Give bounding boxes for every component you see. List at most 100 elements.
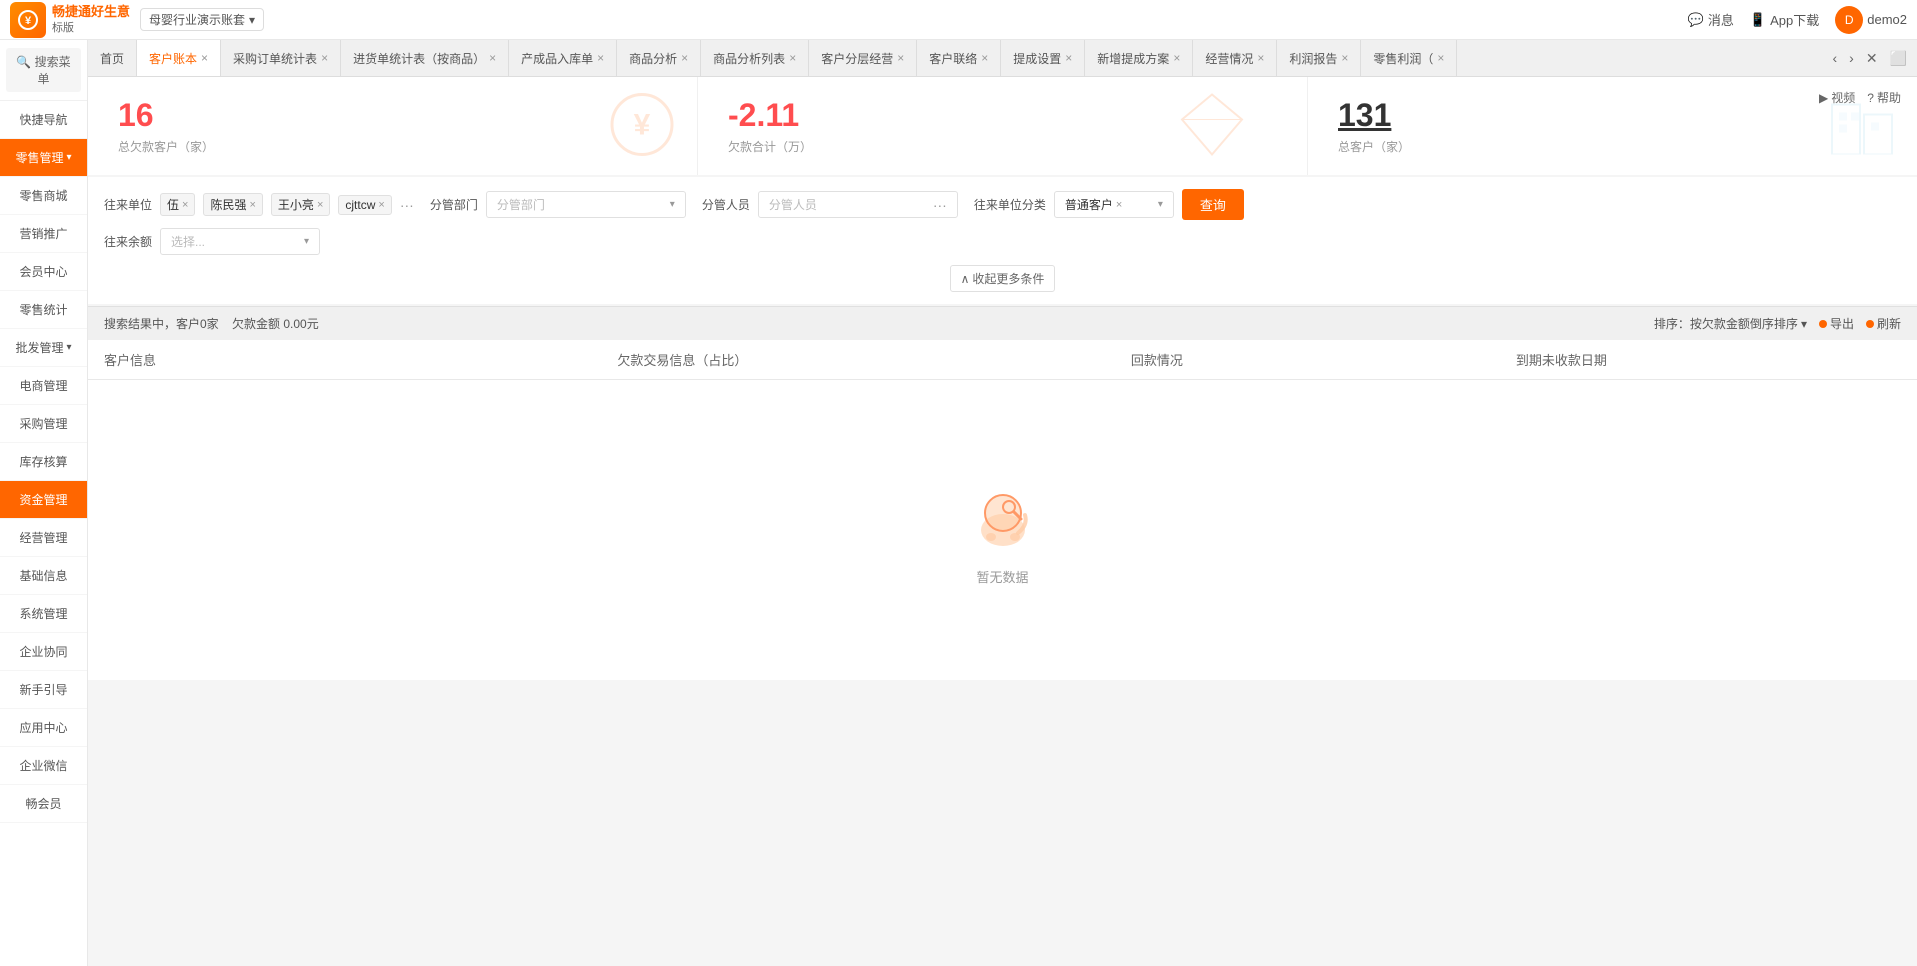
tab-stock-stats[interactable]: 进货单统计表（按商品） × <box>341 40 509 76</box>
filter-section: 往来单位 伍 × 陈民强 × 王小亮 × cjttcw <box>88 177 1917 304</box>
sidebar-item-wholesale-mgmt[interactable]: 批发管理 ▾ <box>0 329 87 367</box>
sidebar-item-new-guide[interactable]: 新手引导 <box>0 671 87 709</box>
chevron-down-icon: ▾ <box>304 236 309 247</box>
close-tab-icon[interactable]: × <box>597 51 604 65</box>
remove-tag-chen[interactable]: × <box>249 199 255 211</box>
export-button[interactable]: 导出 <box>1819 315 1854 332</box>
logo-area: ¥ 畅捷通好生意 标版 <box>10 2 130 38</box>
refresh-button[interactable]: 刷新 <box>1866 315 1901 332</box>
table-container: 客户信息 欠款交易信息（占比） 回款情况 到期未收款日期 <box>88 340 1917 680</box>
chevron-down-icon: ▾ <box>1158 199 1163 210</box>
page-content: ▶ 视频 ? 帮助 ¥ 16 总欠款客户（家） <box>88 77 1917 966</box>
chevron-down-icon: ▾ <box>66 342 71 353</box>
sidebar-item-operation[interactable]: 经营管理 <box>0 519 87 557</box>
sidebar-item-purchase[interactable]: 采购管理 <box>0 405 87 443</box>
tab-new-proposal[interactable]: 新增提成方案 × <box>1085 40 1193 76</box>
close-tab-icon[interactable]: × <box>489 51 496 65</box>
tab-product-inbound[interactable]: 产成品入库单 × <box>509 40 617 76</box>
sidebar-item-basic-info[interactable]: 基础信息 <box>0 557 87 595</box>
sidebar-item-quick-nav[interactable]: 快捷导航 <box>0 101 87 139</box>
query-button[interactable]: 查询 <box>1182 189 1244 220</box>
collapse-button[interactable]: ∧ 收起更多条件 <box>950 265 1056 292</box>
tab-maximize-button[interactable]: ⬜ <box>1886 48 1911 69</box>
sidebar-item-marketing[interactable]: 营销推广 <box>0 215 87 253</box>
message-button[interactable]: 💬 消息 <box>1688 10 1734 29</box>
filter-tag-chen: 陈民强 × <box>203 193 262 216</box>
sidebar-item-capital-mgmt[interactable]: 资金管理 <box>0 481 87 519</box>
user-menu[interactable]: D demo2 <box>1835 6 1907 34</box>
tab-purchase-order-stats[interactable]: 采购订单统计表 × <box>221 40 341 76</box>
dots-icon: ··· <box>933 197 947 213</box>
tab-profit-report[interactable]: 利润报告 × <box>1277 40 1361 76</box>
dept-selector[interactable]: 分管部门 ▾ <box>486 191 686 218</box>
svg-text:¥: ¥ <box>634 109 651 142</box>
search-menu-button[interactable]: 🔍 搜索菜单 <box>6 48 81 92</box>
close-tab-icon[interactable]: × <box>1437 51 1444 65</box>
remove-tag-cjttcw[interactable]: × <box>378 199 384 211</box>
empty-state: 暂无数据 <box>963 475 1043 586</box>
tab-close-all-button[interactable]: ✕ <box>1862 48 1882 69</box>
tab-retail-profit[interactable]: 零售利润（ × <box>1361 40 1457 76</box>
filter-row-2: 往来余额 选择... ▾ <box>104 228 1901 255</box>
person-selector[interactable]: 分管人员 ··· <box>758 191 958 218</box>
sidebar-item-retail-mgmt[interactable]: 零售管理 ▾ <box>0 139 87 177</box>
remove-tag-wang[interactable]: × <box>317 199 323 211</box>
tab-customer-segment[interactable]: 客户分层经营 × <box>809 40 917 76</box>
sidebar-item-retail-stats[interactable]: 零售统计 <box>0 291 87 329</box>
remove-tag-wu[interactable]: × <box>182 199 188 211</box>
col-header-payment: 回款情况 <box>1131 350 1516 369</box>
close-tab-icon[interactable]: × <box>897 51 904 65</box>
main-layout: 🔍 搜索菜单 快捷导航 零售管理 ▾ 零售商城 营销推广 会员中心 零售统计 批… <box>0 40 1917 966</box>
diamond-bg-icon <box>1177 90 1247 163</box>
refresh-dot-icon <box>1866 320 1874 328</box>
sidebar: 🔍 搜索菜单 快捷导航 零售管理 ▾ 零售商城 营销推广 会员中心 零售统计 批… <box>0 40 88 966</box>
sidebar-item-retail-mall[interactable]: 零售商城 <box>0 177 87 215</box>
tab-proposal-settings[interactable]: 提成设置 × <box>1001 40 1085 76</box>
sidebar-item-inventory[interactable]: 库存核算 <box>0 443 87 481</box>
close-tab-icon[interactable]: × <box>981 51 988 65</box>
video-link[interactable]: ▶ 视频 <box>1819 89 1855 106</box>
yuan-bg-icon: ¥ <box>607 90 677 163</box>
sidebar-item-vip-member[interactable]: 畅会员 <box>0 785 87 823</box>
stat-customers-text: 131 总客户（家） <box>1338 97 1410 155</box>
tab-customer-contact[interactable]: 客户联络 × <box>917 40 1001 76</box>
remove-unit-type-tag[interactable]: × <box>1116 199 1122 211</box>
close-tab-icon[interactable]: × <box>1257 51 1264 65</box>
table-body: 暂无数据 <box>88 380 1917 680</box>
app-download-button[interactable]: 📱 App下载 <box>1750 10 1819 29</box>
help-link[interactable]: ? 帮助 <box>1867 89 1901 106</box>
sidebar-item-ecommerce[interactable]: 电商管理 <box>0 367 87 405</box>
tab-product-analysis-list[interactable]: 商品分析列表 × <box>701 40 809 76</box>
close-tab-icon[interactable]: × <box>681 51 688 65</box>
tenant-selector[interactable]: 母婴行业演示账套 ▾ <box>140 8 264 31</box>
sort-selector[interactable]: 排序：按欠款金额倒序排序 ▾ <box>1654 315 1807 332</box>
unit-type-selector[interactable]: 普通客户 × ▾ <box>1054 191 1174 218</box>
col-header-customer: 客户信息 <box>104 350 617 369</box>
stat-debt-text: -2.11 欠款合计（万） <box>728 97 812 155</box>
top-bar: ¥ 畅捷通好生意 标版 母婴行业演示账套 ▾ 💬 消息 📱 App下载 D de… <box>0 0 1917 40</box>
help-icon: ? <box>1867 91 1874 105</box>
close-tab-icon[interactable]: × <box>1065 51 1072 65</box>
close-tab-icon[interactable]: × <box>201 51 208 65</box>
mobile-icon: 📱 <box>1750 12 1766 28</box>
balance-selector[interactable]: 选择... ▾ <box>160 228 320 255</box>
tab-operation-status[interactable]: 经营情况 × <box>1193 40 1277 76</box>
close-tab-icon[interactable]: × <box>321 51 328 65</box>
sidebar-item-system[interactable]: 系统管理 <box>0 595 87 633</box>
results-bar: 搜索结果中，客户0家 欠款金额 0.00元 排序：按欠款金额倒序排序 ▾ 导出 <box>88 306 1917 340</box>
close-tab-icon[interactable]: × <box>789 51 796 65</box>
more-tags-button[interactable]: ··· <box>400 197 414 213</box>
sidebar-item-enterprise-coop[interactable]: 企业协同 <box>0 633 87 671</box>
sidebar-item-app-center[interactable]: 应用中心 <box>0 709 87 747</box>
tab-prev-button[interactable]: ‹ <box>1828 48 1841 68</box>
sidebar-item-member-center[interactable]: 会员中心 <box>0 253 87 291</box>
close-tab-icon[interactable]: × <box>1173 51 1180 65</box>
close-tab-icon[interactable]: × <box>1341 51 1348 65</box>
help-area: ▶ 视频 ? 帮助 <box>1819 89 1901 106</box>
tab-home[interactable]: 首页 <box>88 40 137 76</box>
tab-customer-capital[interactable]: 客户账本 × <box>137 40 221 76</box>
tab-product-analysis[interactable]: 商品分析 × <box>617 40 701 76</box>
sidebar-item-enterprise-weixin[interactable]: 企业微信 <box>0 747 87 785</box>
col-header-due-date: 到期未收款日期 <box>1516 350 1901 369</box>
tab-next-button[interactable]: › <box>1845 48 1858 68</box>
